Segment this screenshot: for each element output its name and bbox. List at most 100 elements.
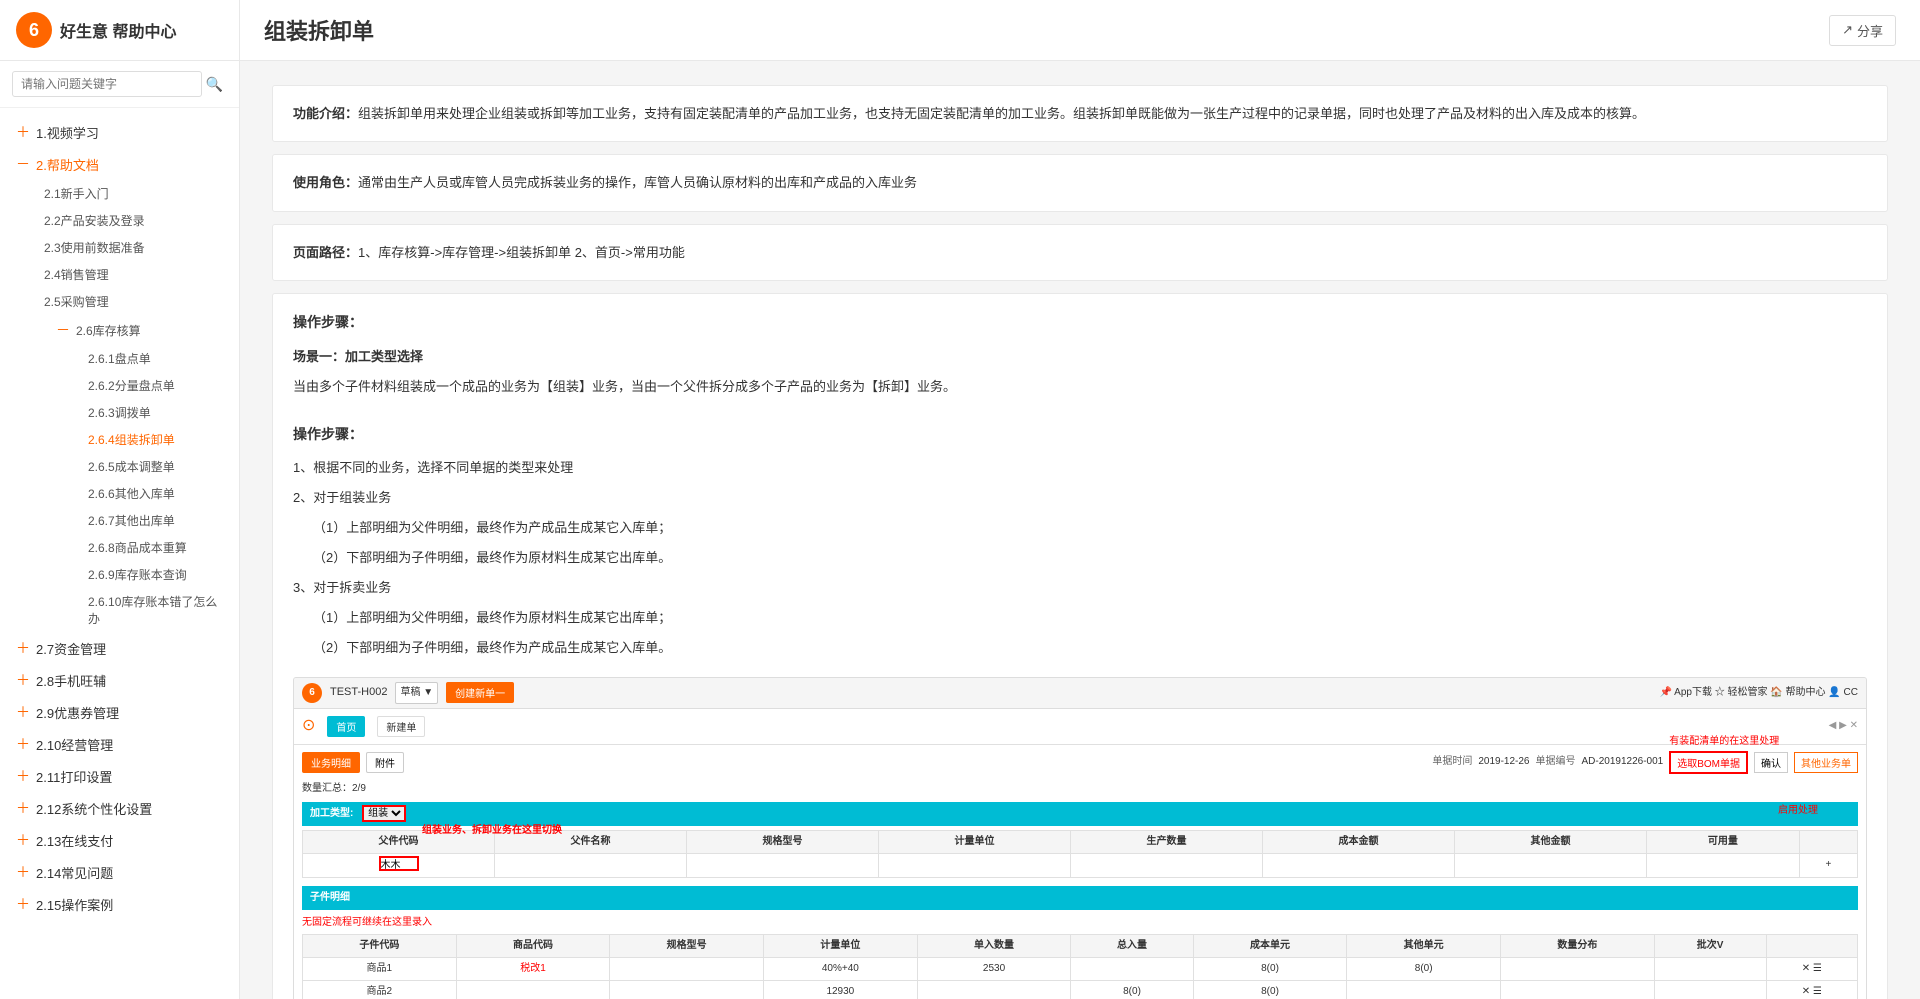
app-nav-tab-new[interactable]: 新建单 [377, 716, 425, 737]
td-r2c9 [1501, 980, 1655, 999]
sidebar-header: 6 好生意 帮助中心 [0, 0, 239, 61]
sidebar-item-mobile[interactable]: ＋ 2.8手机旺辅 [0, 664, 239, 696]
td-r1c7: 8(0) [1193, 957, 1347, 980]
sidebar-item-purchase[interactable]: 2.5采购管理 [28, 288, 239, 315]
role-text: 使用角色：通常由生产人员或库管人员完成拆装业务的操作，库管人员确认原材料的出库和… [293, 171, 1867, 194]
app-topbar-icons: 📌 App下载 ☆ 轻松管家 🏠 帮助中心 👤 CC [1660, 684, 1859, 702]
sidebar-item-cost-adjust[interactable]: 2.6.5成本调整单 [72, 453, 239, 480]
app-lower-table: 子件代码 商品代码 规格型号 计量单位 单入数量 总入量 成本单元 其他单元 数 [302, 934, 1858, 999]
sidebar-item-sales[interactable]: 2.4销售管理 [28, 261, 239, 288]
main-content: 组装拆卸单 ↗ 分享 功能介绍：组装拆卸单用来处理企业组装或拆卸等加工业务，支持… [240, 0, 1920, 999]
search-button[interactable]: 🔍 [202, 76, 227, 93]
sidebar-item-cases[interactable]: ＋ 2.15操作案例 [0, 888, 239, 920]
sidebar-item-label: 2.8手机旺辅 [36, 671, 106, 690]
sidebar-item-print[interactable]: ＋ 2.11打印设置 [0, 760, 239, 792]
app-type-label: 加工类型: [310, 808, 353, 819]
sidebar-item-payment[interactable]: ＋ 2.13在线支付 [0, 824, 239, 856]
sidebar-item-video-learning[interactable]: ＋ 1.视频学习 [0, 116, 239, 148]
th-in-qty: 单入数量 [917, 934, 1071, 957]
sidebar-item-label: 2.10经营管理 [36, 735, 113, 754]
plus-icon: ＋ [16, 766, 30, 786]
th-batch: 批次V [1654, 934, 1766, 957]
sidebar-item-customize[interactable]: ＋ 2.12系统个性化设置 [0, 792, 239, 824]
sidebar-item-finance[interactable]: ＋ 2.7资金管理 [0, 632, 239, 664]
td-r2c7: 8(0) [1193, 980, 1347, 999]
plus-icon: ＋ [16, 670, 30, 690]
sidebar-item-data-prep[interactable]: 2.3使用前数据准备 [28, 234, 239, 261]
func-intro-text: 功能介绍：组装拆卸单用来处理企业组装或拆卸等加工业务，支持有固定装配清单的产品加… [293, 102, 1867, 125]
sidebar-item-other-outbound[interactable]: 2.6.7其他出库单 [72, 507, 239, 534]
app-nav-tab-main[interactable]: 首页 [327, 716, 365, 737]
sidebar-item-help-docs[interactable]: － 2.帮助文档 [0, 148, 239, 180]
annotation2-text: 组装业务、拆卸业务在这里切换 [422, 822, 562, 840]
annotation1-text: 有装配清单的在这里处理 [1669, 733, 1779, 751]
app-status-dropdown[interactable]: 草稿 ▼ [395, 682, 438, 704]
step-2: 2、对于组装业务 [293, 485, 1867, 511]
nav-sub-2: 2.1新手入门 2.2产品安装及登录 2.3使用前数据准备 2.4销售管理 2.… [0, 180, 239, 632]
app-save-btn[interactable]: 其他业务单 [1794, 752, 1858, 773]
th-op [1799, 830, 1857, 853]
plus-icon: ＋ [16, 862, 30, 882]
app-btn-detail[interactable]: 业务明细 [302, 752, 360, 773]
td-qty [1071, 853, 1263, 877]
app-type-select[interactable]: 组装 拆卸 [362, 805, 406, 822]
annotation4-text: 无固定流程可继续在这里录入 [302, 914, 1858, 932]
td-r1c1: 商品1 [303, 957, 457, 980]
app-toolbar: 业务明细 附件 单据时间 2019-12-26 单据编号 AD-20191226… [302, 751, 1858, 774]
sidebar-item-partial-stocktake[interactable]: 2.6.2分量盘点单 [72, 372, 239, 399]
app-new-order-btn[interactable]: 创建新单一 [446, 682, 514, 703]
minus-icon: － [56, 320, 70, 340]
sidebar-item-label: 2.9优惠券管理 [36, 703, 119, 722]
content-area: 功能介绍：组装拆卸单用来处理企业组装或拆卸等加工业务，支持有固定装配清单的产品加… [240, 61, 1920, 999]
sidebar-item-label: 2.11打印设置 [36, 767, 112, 786]
step-2-2: （2）下部明细为子件明细，最终作为原材料生成某它出库单。 [293, 545, 1867, 571]
sidebar-item-inventory-ledger[interactable]: 2.6.9库存账本查询 [72, 561, 239, 588]
sidebar-item-inventory[interactable]: － 2.6库存核算 [28, 315, 239, 345]
th-unit: 计量单位 [879, 830, 1071, 853]
sidebar-item-label: 2.7资金管理 [36, 639, 106, 658]
app-btn-attachment[interactable]: 附件 [366, 752, 404, 773]
steps-title: 操作步骤： [293, 422, 1867, 447]
sidebar-item-newbie[interactable]: 2.1新手入门 [28, 180, 239, 207]
table-row: 商品2 12930 8(0) 8(0) [303, 980, 1858, 999]
sidebar-item-transfer[interactable]: 2.6.3调拨单 [72, 399, 239, 426]
sidebar-item-cost-recalc[interactable]: 2.6.8商品成本重算 [72, 534, 239, 561]
app-confirm-btn[interactable]: 确认 [1754, 752, 1788, 773]
scenario1-desc: 当由多个子件材料组装成一个成品的业务为【组装】业务，当由一个父件拆分成多个子产品… [293, 375, 1867, 398]
app-num-val: AD-20191226-001 [1581, 753, 1663, 771]
plus-icon: ＋ [16, 798, 30, 818]
annotation1-area: 选取BOM单据 有装配清单的在这里处理 [1669, 751, 1748, 774]
th-goods-code: 商品代码 [456, 934, 610, 957]
app-date-label: 单据时间 [1432, 753, 1472, 771]
sidebar-item-install[interactable]: 2.2产品安装及登录 [28, 207, 239, 234]
main-header: 组装拆卸单 ↗ 分享 [240, 0, 1920, 61]
logo-icon: 6 [16, 12, 52, 48]
app-nav-icons: ◀ ▶ ✕ [1829, 717, 1858, 735]
th-child-code: 子件代码 [303, 934, 457, 957]
search-input[interactable] [12, 71, 202, 97]
annotation3-text: 启用处理 [1778, 805, 1818, 816]
parent-code-input[interactable] [379, 856, 419, 871]
sidebar-item-coupon[interactable]: ＋ 2.9优惠券管理 [0, 696, 239, 728]
td-parent-name [495, 853, 687, 877]
share-label: 分享 [1857, 21, 1883, 40]
app-bom-btn[interactable]: 选取BOM单据 [1669, 751, 1748, 774]
sidebar-item-ops-mgmt[interactable]: ＋ 2.10经营管理 [0, 728, 239, 760]
step-3-1: （1）上部明细为父件明细，最终作为原材料生成某它出库单； [293, 605, 1867, 631]
td-r2-action: ✕ ☰ [1766, 980, 1857, 999]
sidebar-item-label: 2.13在线支付 [36, 831, 113, 850]
path-body: 1、库存核算->库存管理->组装拆卸单 2、首页->常用功能 [358, 245, 685, 260]
sidebar-item-assembly[interactable]: 2.6.4组装拆卸单 [72, 426, 239, 453]
sidebar-item-other-inbound[interactable]: 2.6.6其他入库单 [72, 480, 239, 507]
sidebar-item-faq[interactable]: ＋ 2.14常见问题 [0, 856, 239, 888]
brand-name: 好生意 帮助中心 [60, 18, 176, 42]
sidebar-item-label: 2.12系统个性化设置 [36, 799, 152, 818]
sidebar: 6 好生意 帮助中心 🔍 ＋ 1.视频学习 － 2.帮助文档 2.1新手入门 2… [0, 0, 240, 999]
page-title: 组装拆卸单 [264, 14, 374, 46]
share-button[interactable]: ↗ 分享 [1829, 15, 1896, 46]
td-r2c5 [917, 980, 1071, 999]
sidebar-item-stocktake[interactable]: 2.6.1盘点单 [72, 345, 239, 372]
td-cost [1263, 853, 1455, 877]
sidebar-item-inventory-fix[interactable]: 2.6.10库存账本错了怎么办 [72, 588, 239, 632]
path-text: 页面路径：1、库存核算->库存管理->组装拆卸单 2、首页->常用功能 [293, 241, 1867, 264]
